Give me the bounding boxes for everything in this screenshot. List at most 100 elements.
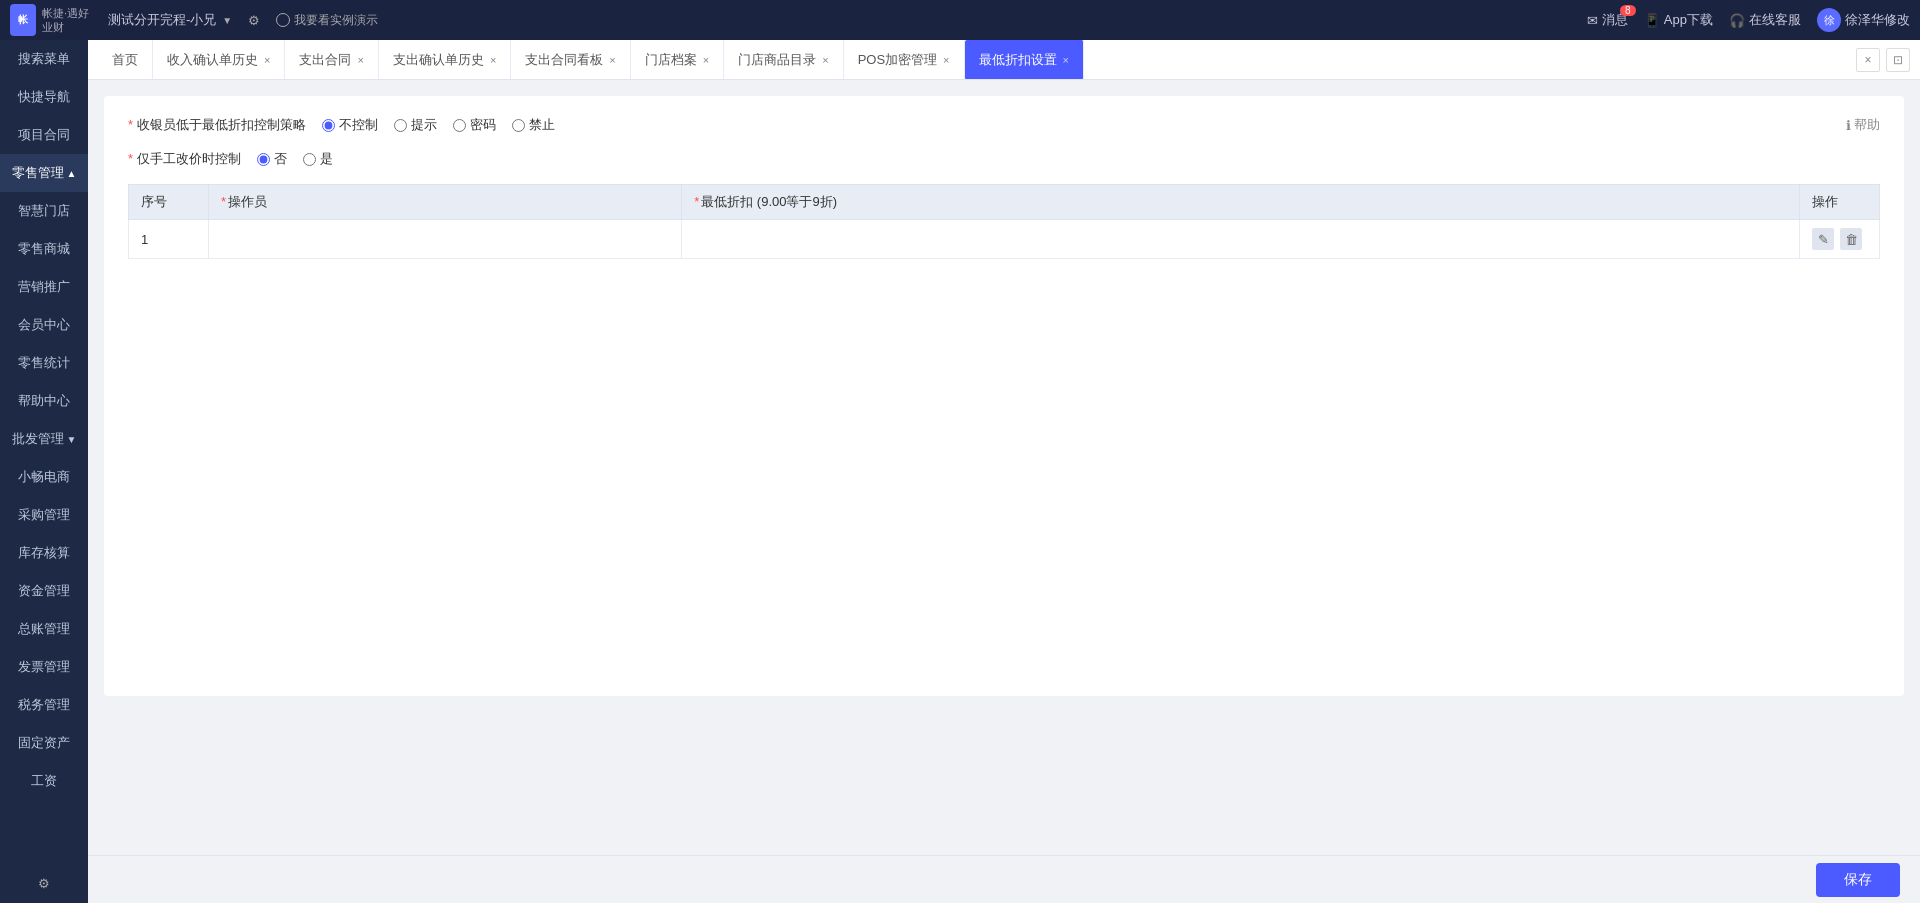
tab-store-product-catalog[interactable]: 门店商品目录 × xyxy=(724,40,843,80)
required-star-discount: * xyxy=(694,194,699,209)
tab-store-product-catalog-close[interactable]: × xyxy=(822,54,828,66)
sidebar-item-member-center[interactable]: 会员中心 xyxy=(0,306,88,344)
demo-circle-icon xyxy=(276,13,290,27)
app-download-button[interactable]: 📱 App下载 xyxy=(1644,11,1713,29)
required-star-operator: * xyxy=(221,194,226,209)
sidebar-item-retail-mall[interactable]: 零售商城 xyxy=(0,230,88,268)
tab-payment-confirm-history-close[interactable]: × xyxy=(490,54,496,66)
logo: 帐 帐捷·遇好业财 xyxy=(10,4,98,36)
cell-seq: 1 xyxy=(129,220,209,259)
col-header-seq: 序号 xyxy=(129,185,209,220)
tab-pos-password-mgmt-close[interactable]: × xyxy=(943,54,949,66)
tab-payment-contract-label: 支出合同 xyxy=(299,51,351,69)
user-name: 徐泽华修改 xyxy=(1845,11,1910,29)
sidebar-item-quick-nav[interactable]: 快捷导航 xyxy=(0,78,88,116)
tab-payment-confirm-history-label: 支出确认单历史 xyxy=(393,51,484,69)
customer-service-label: 在线客服 xyxy=(1749,11,1801,29)
save-button[interactable]: 保存 xyxy=(1816,863,1900,897)
chevron-up-icon: ▲ xyxy=(67,168,77,179)
project-selector[interactable]: 测试分开完程-小兄 ▼ xyxy=(108,11,232,29)
radio-no-control-label: 不控制 xyxy=(339,116,378,134)
page-content: 收银员低于最低折扣控制策略 不控制 提示 密码 xyxy=(88,80,1920,855)
tab-payment-contract-board[interactable]: 支出合同看板 × xyxy=(511,40,630,80)
radio-no[interactable]: 否 xyxy=(257,150,287,168)
sidebar-item-retail-stats[interactable]: 零售统计 xyxy=(0,344,88,382)
tab-min-discount-setting-close[interactable]: × xyxy=(1063,54,1069,66)
sidebar-item-search[interactable]: 搜索菜单 xyxy=(0,40,88,78)
message-icon: ✉ xyxy=(1587,13,1598,28)
sidebar-item-marketing[interactable]: 营销推广 xyxy=(0,268,88,306)
help-link[interactable]: ℹ 帮助 xyxy=(1846,116,1880,134)
tab-income-confirm-history-close[interactable]: × xyxy=(264,54,270,66)
project-name: 测试分开完程-小兄 xyxy=(108,11,216,29)
edit-icon[interactable]: ✎ xyxy=(1812,228,1834,250)
radio-password-input[interactable] xyxy=(453,119,466,132)
radio-yes-input[interactable] xyxy=(303,153,316,166)
tab-min-discount-setting[interactable]: 最低折扣设置 × xyxy=(965,40,1084,80)
user-menu[interactable]: 徐 徐泽华修改 xyxy=(1817,8,1910,32)
tab-home-label: 首页 xyxy=(112,51,138,69)
sidebar-item-salary[interactable]: 工资 xyxy=(0,762,88,800)
tab-store-archive-close[interactable]: × xyxy=(703,54,709,66)
radio-hint[interactable]: 提示 xyxy=(394,116,437,134)
chevron-down-icon: ▼ xyxy=(67,434,77,445)
sidebar-item-project-contract[interactable]: 项目合同 xyxy=(0,116,88,154)
sidebar-item-smart-store[interactable]: 智慧门店 xyxy=(0,192,88,230)
radio-no-label: 否 xyxy=(274,150,287,168)
sidebar-item-purchase-mgmt[interactable]: 采购管理 xyxy=(0,496,88,534)
tab-pos-password-mgmt-label: POS加密管理 xyxy=(858,51,937,69)
radio-hint-input[interactable] xyxy=(394,119,407,132)
radio-password[interactable]: 密码 xyxy=(453,116,496,134)
sidebar-item-invoice-mgmt[interactable]: 发票管理 xyxy=(0,648,88,686)
radio-password-label: 密码 xyxy=(470,116,496,134)
tab-income-confirm-history-label: 收入确认单历史 xyxy=(167,51,258,69)
radio-no-control[interactable]: 不控制 xyxy=(322,116,378,134)
tab-payment-contract-board-close[interactable]: × xyxy=(609,54,615,66)
sidebar-item-retail-mgmt[interactable]: 零售管理▲ xyxy=(0,154,88,192)
tab-more-button[interactable]: ⊡ xyxy=(1886,48,1910,72)
top-bar: 帐 帐捷·遇好业财 测试分开完程-小兄 ▼ ⚙ 我要看实例演示 ✉ 消息 8 📱… xyxy=(0,0,1920,40)
tab-income-confirm-history[interactable]: 收入确认单历史 × xyxy=(153,40,285,80)
sidebar-item-ecommerce[interactable]: 小畅电商 xyxy=(0,458,88,496)
col-header-operator: *操作员 xyxy=(209,185,682,220)
sidebar-gear-button[interactable]: ⚙ xyxy=(0,864,88,903)
tab-payment-contract[interactable]: 支出合同 × xyxy=(285,40,378,80)
radio-ban-input[interactable] xyxy=(512,119,525,132)
message-button[interactable]: ✉ 消息 8 xyxy=(1587,11,1628,29)
tab-store-archive[interactable]: 门店档案 × xyxy=(631,40,724,80)
avatar: 徐 xyxy=(1817,8,1841,32)
sidebar-item-ledger-mgmt[interactable]: 总账管理 xyxy=(0,610,88,648)
sidebar-item-tax-mgmt[interactable]: 税务管理 xyxy=(0,686,88,724)
col-header-min-discount: *最低折扣 (9.00等于9折) xyxy=(682,185,1800,220)
field1-radio-group: 不控制 提示 密码 禁止 xyxy=(322,116,555,134)
help-icon: ℹ xyxy=(1846,118,1851,133)
chevron-down-icon: ▼ xyxy=(222,15,232,26)
radio-hint-label: 提示 xyxy=(411,116,437,134)
radio-no-input[interactable] xyxy=(257,153,270,166)
sidebar-item-help-center[interactable]: 帮助中心 xyxy=(0,382,88,420)
form-row-1: 收银员低于最低折扣控制策略 不控制 提示 密码 xyxy=(128,116,1880,134)
tab-payment-contract-close[interactable]: × xyxy=(357,54,363,66)
content-area: 首页 收入确认单历史 × 支出合同 × 支出确认单历史 × 支出合同看板 × 门… xyxy=(88,40,1920,903)
radio-no-control-input[interactable] xyxy=(322,119,335,132)
tab-pos-password-mgmt[interactable]: POS加密管理 × xyxy=(844,40,965,80)
delete-icon[interactable]: 🗑 xyxy=(1840,228,1862,250)
sidebar-item-capital-mgmt[interactable]: 资金管理 xyxy=(0,572,88,610)
radio-yes[interactable]: 是 xyxy=(303,150,333,168)
cell-min-discount xyxy=(682,220,1800,259)
sidebar: 搜索菜单 快捷导航 项目合同 零售管理▲ 智慧门店 零售商城 营销推广 会员中心… xyxy=(0,40,88,903)
sidebar-item-inventory[interactable]: 库存核算 xyxy=(0,534,88,572)
sidebar-item-fixed-assets[interactable]: 固定资产 xyxy=(0,724,88,762)
tab-close-all-button[interactable]: × xyxy=(1856,48,1880,72)
field2-label: 仅手工改价时控制 xyxy=(128,150,241,168)
tab-home[interactable]: 首页 xyxy=(98,40,153,80)
tab-payment-confirm-history[interactable]: 支出确认单历史 × xyxy=(379,40,511,80)
customer-service-button[interactable]: 🎧 在线客服 xyxy=(1729,11,1801,29)
sidebar-item-batch-mgmt[interactable]: 批发管理▼ xyxy=(0,420,88,458)
demo-link[interactable]: 我要看实例演示 xyxy=(276,12,378,29)
help-label: 帮助 xyxy=(1854,116,1880,134)
tab-store-product-catalog-label: 门店商品目录 xyxy=(738,51,816,69)
settings-icon[interactable]: ⚙ xyxy=(242,8,266,32)
radio-ban[interactable]: 禁止 xyxy=(512,116,555,134)
sidebar-bottom: ⚙ xyxy=(0,864,88,903)
